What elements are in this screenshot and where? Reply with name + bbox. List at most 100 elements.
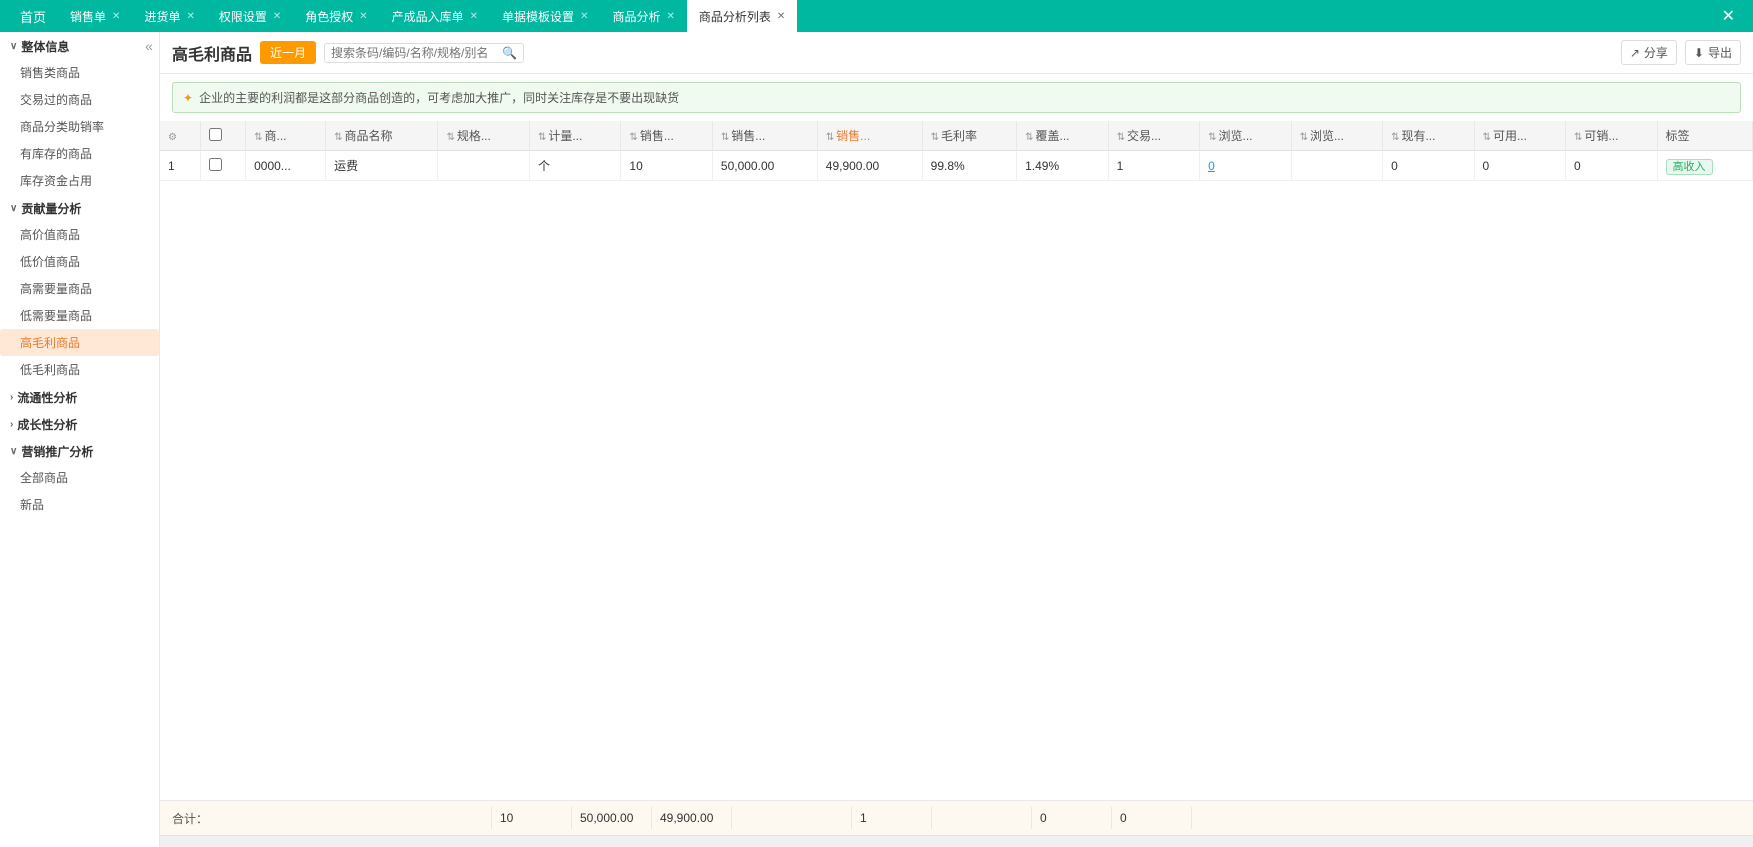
col-browse2[interactable]: ⇅浏览... bbox=[1291, 121, 1382, 151]
cell-sale1: 10 bbox=[621, 151, 712, 181]
filter-recent-month-button[interactable]: 近一月 bbox=[260, 41, 316, 64]
sidebar-collapse-button[interactable]: « bbox=[139, 36, 159, 56]
col-seq: ⚙ bbox=[160, 121, 201, 151]
sidebar-item-traded-goods[interactable]: 交易过的商品 bbox=[0, 86, 159, 113]
cell-saleable: 0 bbox=[1566, 151, 1657, 181]
nav-home[interactable]: 首页 bbox=[8, 0, 58, 32]
col-spec[interactable]: ⇅规格... bbox=[438, 121, 529, 151]
footer-sale2: 50,000.00 bbox=[572, 807, 652, 829]
col-saleable[interactable]: ⇅可销... bbox=[1566, 121, 1657, 151]
row-checkbox[interactable] bbox=[209, 158, 222, 171]
col-sale1[interactable]: ⇅销售... bbox=[621, 121, 712, 151]
footer-sale3: 49,900.00 bbox=[652, 807, 732, 829]
col-margin-rate[interactable]: ⇅毛利率 bbox=[922, 121, 1016, 151]
sidebar-group-marketing[interactable]: ∨ 营销推广分析 bbox=[0, 437, 159, 464]
sidebar-item-new-goods[interactable]: 新品 bbox=[0, 491, 159, 518]
cell-unit: 个 bbox=[529, 151, 620, 181]
close-product-in-tab[interactable]: ✕ bbox=[470, 11, 478, 22]
sidebar-group-flow[interactable]: › 流通性分析 bbox=[0, 383, 159, 410]
export-button[interactable]: ⬇ 导出 bbox=[1685, 40, 1741, 65]
footer-available: 0 bbox=[1112, 807, 1192, 829]
close-permission-tab[interactable]: ✕ bbox=[273, 11, 281, 22]
search-input[interactable] bbox=[331, 46, 498, 60]
col-trade[interactable]: ⇅交易... bbox=[1108, 121, 1199, 151]
col-name[interactable]: ⇅商品名称 bbox=[326, 121, 438, 151]
data-table: ⚙ ⇅商... ⇅商品名称 ⇅规格... ⇅计量... ⇅销售... ⇅销售..… bbox=[160, 121, 1753, 181]
nav-product-analysis-list[interactable]: 商品分析列表 ✕ bbox=[687, 0, 797, 32]
cell-tag: 高收入 bbox=[1657, 151, 1752, 181]
table-container[interactable]: ⚙ ⇅商... ⇅商品名称 ⇅规格... ⇅计量... ⇅销售... ⇅销售..… bbox=[160, 121, 1753, 800]
close-purchase-tab[interactable]: ✕ bbox=[186, 11, 194, 22]
cell-checkbox[interactable] bbox=[201, 151, 246, 181]
nav-purchase[interactable]: 进货单 ✕ bbox=[132, 0, 206, 32]
nav-product-in[interactable]: 产成品入库单 ✕ bbox=[380, 0, 490, 32]
cell-current: 0 bbox=[1383, 151, 1474, 181]
sidebar-item-sales-goods[interactable]: 销售类商品 bbox=[0, 59, 159, 86]
sidebar: « ∨ 整体信息 销售类商品 交易过的商品 商品分类助销率 有库存的商品 库存资… bbox=[0, 32, 160, 847]
col-tag[interactable]: 标签 bbox=[1657, 121, 1752, 151]
cell-browse2 bbox=[1291, 151, 1382, 181]
col-checkbox[interactable] bbox=[201, 121, 246, 151]
nav-sales[interactable]: 销售单 ✕ bbox=[58, 0, 132, 32]
sidebar-item-low-demand[interactable]: 低需要量商品 bbox=[0, 302, 159, 329]
sidebar-item-high-demand[interactable]: 高需要量商品 bbox=[0, 275, 159, 302]
sidebar-group-overall[interactable]: ∨ 整体信息 bbox=[0, 32, 159, 59]
export-icon: ⬇ bbox=[1694, 46, 1704, 60]
nav-role[interactable]: 角色授权 ✕ bbox=[293, 0, 379, 32]
col-cover[interactable]: ⇅覆盖... bbox=[1017, 121, 1108, 151]
browse1-link[interactable]: 0 bbox=[1208, 159, 1215, 173]
nav-template[interactable]: 单据模板设置 ✕ bbox=[490, 0, 600, 32]
sidebar-group-growth[interactable]: › 成长性分析 bbox=[0, 410, 159, 437]
cell-code: 0000... bbox=[246, 151, 326, 181]
horizontal-scrollbar[interactable] bbox=[160, 835, 1753, 847]
close-template-tab[interactable]: ✕ bbox=[580, 11, 588, 22]
page-title: 高毛利商品 bbox=[172, 41, 252, 65]
table-row: 1 0000... 运费 个 10 50,000.00 49,900.00 99… bbox=[160, 151, 1753, 181]
close-product-analysis-tab[interactable]: ✕ bbox=[666, 11, 674, 22]
cell-sale3: 49,900.00 bbox=[817, 151, 922, 181]
col-current[interactable]: ⇅现有... bbox=[1383, 121, 1474, 151]
sidebar-item-category-assist[interactable]: 商品分类助销率 bbox=[0, 113, 159, 140]
sidebar-item-low-value[interactable]: 低价值商品 bbox=[0, 248, 159, 275]
sidebar-item-stock-capital[interactable]: 库存资金占用 bbox=[0, 167, 159, 194]
total-label: 合计： bbox=[172, 810, 292, 827]
col-unit[interactable]: ⇅计量... bbox=[529, 121, 620, 151]
footer-trade: 1 bbox=[852, 807, 932, 829]
footer-spacer2 bbox=[732, 807, 852, 829]
close-role-tab[interactable]: ✕ bbox=[359, 11, 367, 22]
nav-permission[interactable]: 权限设置 ✕ bbox=[207, 0, 293, 32]
sidebar-group-contribution[interactable]: ∨ 贡献量分析 bbox=[0, 194, 159, 221]
cell-available: 0 bbox=[1474, 151, 1565, 181]
window-close-button[interactable]: ✕ bbox=[1712, 6, 1745, 26]
info-bar: ✦ 企业的主要的利润都是这部分商品创造的，可考虑加大推广，同时关注库存是不要出现… bbox=[172, 82, 1741, 113]
col-sale3[interactable]: ⇅销售... bbox=[817, 121, 922, 151]
cell-sale2: 50,000.00 bbox=[712, 151, 817, 181]
cell-cover: 1.49% bbox=[1017, 151, 1108, 181]
close-sales-tab[interactable]: ✕ bbox=[112, 11, 120, 22]
sidebar-item-high-value[interactable]: 高价值商品 bbox=[0, 221, 159, 248]
cell-browse1[interactable]: 0 bbox=[1200, 151, 1291, 181]
close-product-analysis-list-tab[interactable]: ✕ bbox=[777, 11, 785, 22]
footer-spacer1 bbox=[292, 807, 492, 829]
top-nav: 首页 销售单 ✕ 进货单 ✕ 权限设置 ✕ 角色授权 ✕ 产成品入库单 ✕ 单据… bbox=[0, 0, 1753, 32]
cell-trade: 1 bbox=[1108, 151, 1199, 181]
cell-margin-rate: 99.8% bbox=[922, 151, 1016, 181]
col-code[interactable]: ⇅商... bbox=[246, 121, 326, 151]
tag-badge: 高收入 bbox=[1666, 159, 1713, 175]
search-box: 🔍 bbox=[324, 43, 524, 63]
nav-product-analysis[interactable]: 商品分析 ✕ bbox=[600, 0, 686, 32]
select-all-checkbox[interactable] bbox=[209, 128, 222, 141]
col-available[interactable]: ⇅可用... bbox=[1474, 121, 1565, 151]
sidebar-item-all-goods[interactable]: 全部商品 bbox=[0, 464, 159, 491]
sidebar-item-stock-goods[interactable]: 有库存的商品 bbox=[0, 140, 159, 167]
share-icon: ↗ bbox=[1630, 46, 1640, 60]
footer-total-bar: 合计： 10 50,000.00 49,900.00 1 0 0 bbox=[160, 800, 1753, 835]
col-browse1[interactable]: ⇅浏览... bbox=[1200, 121, 1291, 151]
sidebar-item-low-margin[interactable]: 低毛利商品 bbox=[0, 356, 159, 383]
share-button[interactable]: ↗ 分享 bbox=[1621, 40, 1677, 65]
info-icon: ✦ bbox=[183, 91, 193, 105]
sidebar-item-high-margin[interactable]: 高毛利商品 bbox=[0, 329, 159, 356]
content-area: 高毛利商品 近一月 🔍 ↗ 分享 ⬇ 导出 ✦ 企业的主要 bbox=[160, 32, 1753, 847]
col-sale2[interactable]: ⇅销售... bbox=[712, 121, 817, 151]
search-icon[interactable]: 🔍 bbox=[502, 46, 517, 60]
